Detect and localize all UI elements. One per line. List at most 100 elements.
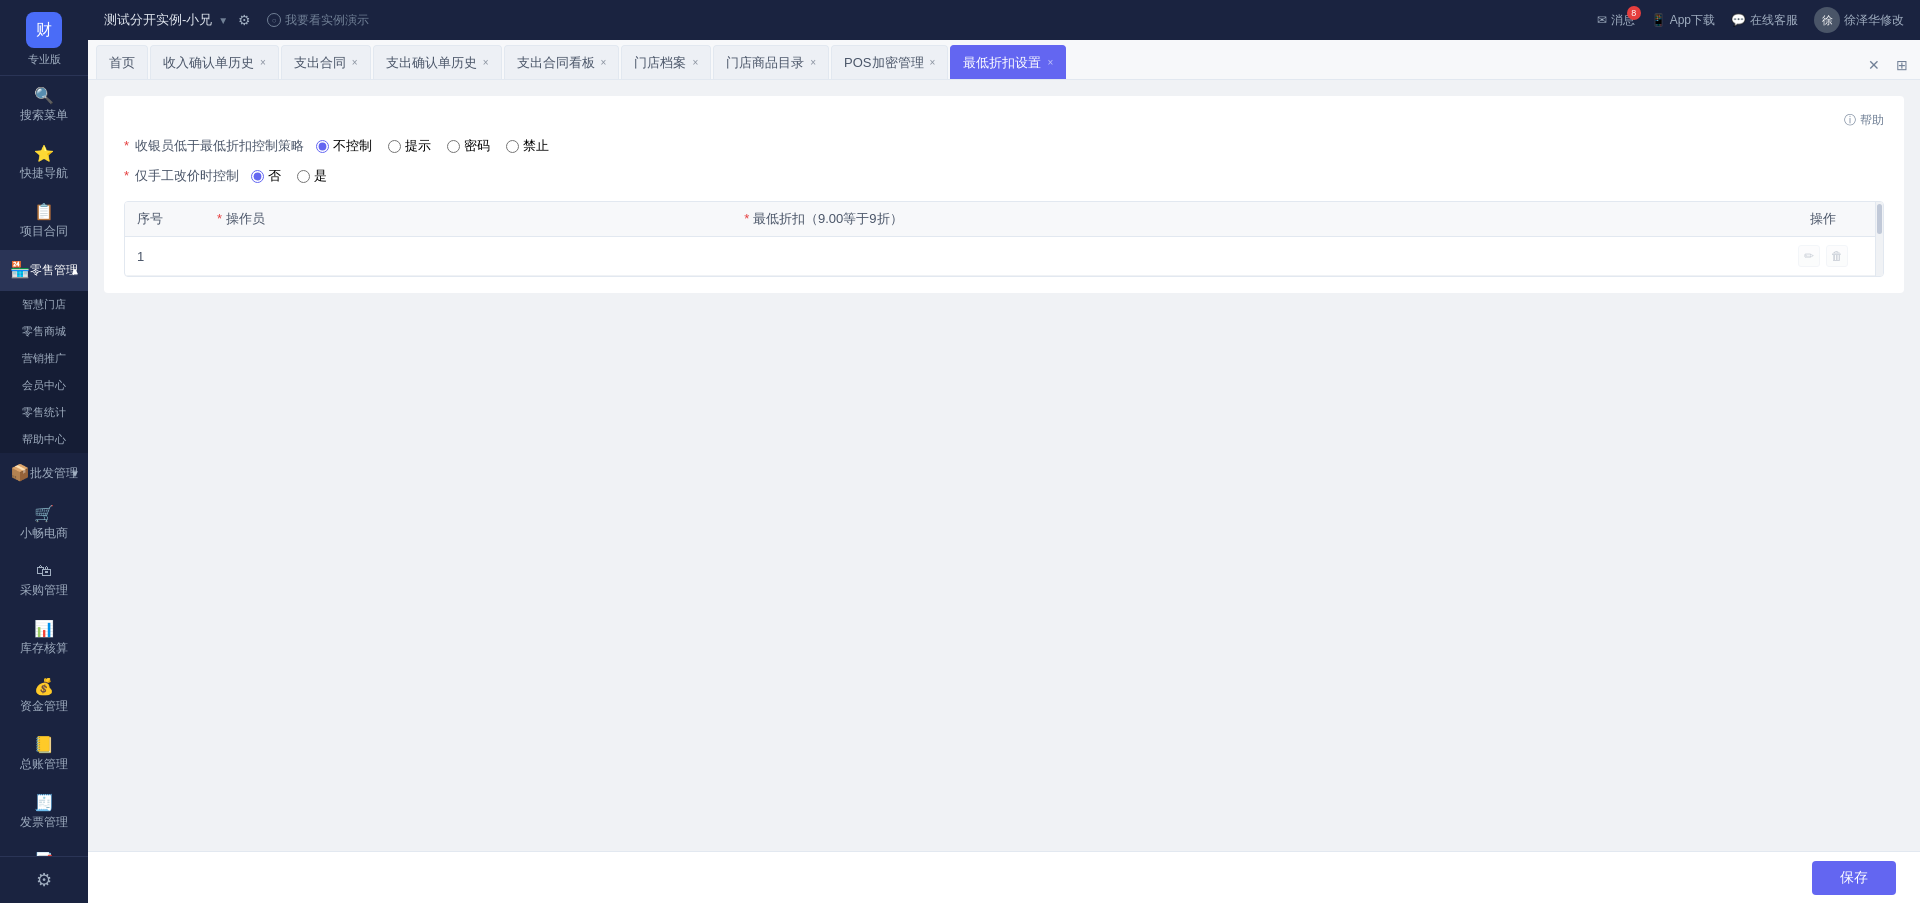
policy-radio-remind[interactable] [388,140,401,153]
sidebar-item-shortcuts[interactable]: ⭐ 快捷导航 [0,134,88,192]
tab-close-icon[interactable]: × [810,57,816,68]
tab-label: 支出确认单历史 [386,54,477,72]
col-discount-header: * 最低折扣（9.00等于9折） [732,202,1763,236]
sidebar-item-capital[interactable]: 💰 资金管理 [0,667,88,725]
tab-payment-board[interactable]: 支出合同看板 × [504,45,620,79]
policy-radio-no-control[interactable] [316,140,329,153]
sidebar-item-ecommerce[interactable]: 🛒 小畅电商 [0,494,88,552]
tab-label: 最低折扣设置 [963,54,1041,72]
manual-option-no[interactable]: 否 [251,167,281,185]
tab-label: 首页 [109,54,135,72]
tab-close-icon[interactable]: × [930,57,936,68]
tab-close-icon[interactable]: × [260,57,266,68]
tab-close-icon[interactable]: × [692,57,698,68]
sidebar-item-ledger[interactable]: 📒 总账管理 [0,725,88,783]
sidebar-item-purchase[interactable]: 🛍 采购管理 [0,552,88,609]
tab-home[interactable]: 首页 [96,45,148,79]
sidebar-item-tax[interactable]: 📑 税务管理 [0,841,88,856]
tab-pos-pwd[interactable]: POS加密管理 × [831,45,948,79]
manual-option-yes[interactable]: 是 [297,167,327,185]
sidebar-item-smart-store[interactable]: 智慧门店 [0,291,88,318]
sidebar-nav: 🔍 搜索菜单 ⭐ 快捷导航 📋 项目合同 🏪 零售管理 ▲ 智慧门店 零售商城 … [0,76,88,856]
batch-icon: 📦 [10,463,30,482]
sidebar-item-label: 总账管理 [20,756,68,773]
sidebar-item-label: 发票管理 [20,814,68,831]
tab-menu-button[interactable]: ⊞ [1892,55,1912,75]
project-selector[interactable]: 测试分开实例-小兄 ▼ [104,11,228,29]
app-download-button[interactable]: 📱 App下载 [1651,12,1715,29]
manual-radio-yes[interactable] [297,170,310,183]
row-delete-button[interactable]: 🗑 [1826,245,1848,267]
tab-close-icon[interactable]: × [601,57,607,68]
page-content: ⓘ 帮助 * 收银员低于最低折扣控制策略 不控制 提示 [88,80,1920,851]
table-row: 1 ✏ 🗑 [125,237,1883,276]
policy-option-password[interactable]: 密码 [447,137,490,155]
online-service-label: 在线客服 [1750,12,1798,29]
sidebar-item-inventory[interactable]: 📊 库存核算 [0,609,88,667]
demo-circle-icon: ○ [267,13,281,27]
policy-radio-password[interactable] [447,140,460,153]
sidebar-item-project-contract[interactable]: 📋 项目合同 [0,192,88,250]
sidebar-item-label: 库存核算 [20,640,68,657]
chevron-right-icon: ▼ [70,468,80,479]
tab-income-confirm[interactable]: 收入确认单历史 × [150,45,279,79]
tab-close-icon[interactable]: × [1047,57,1053,68]
sidebar-item-marketing[interactable]: 营销推广 [0,345,88,372]
settings-card: ⓘ 帮助 * 收银员低于最低折扣控制策略 不控制 提示 [104,96,1904,293]
tab-store-file[interactable]: 门店档案 × [621,45,711,79]
download-icon: 📱 [1651,13,1666,27]
project-dropdown-icon: ▼ [218,15,228,26]
bottom-bar: 保存 [88,851,1920,903]
manual-radio-no[interactable] [251,170,264,183]
tab-payment-confirm[interactable]: 支出确认单历史 × [373,45,502,79]
policy-option-remind[interactable]: 提示 [388,137,431,155]
purchase-icon: 🛍 [36,562,52,580]
manual-option-label: 否 [268,167,281,185]
online-service-button[interactable]: 💬 在线客服 [1731,12,1798,29]
row-seq: 1 [125,241,205,272]
sidebar-item-label: 搜索菜单 [20,107,68,124]
policy-option-forbid[interactable]: 禁止 [506,137,549,155]
tab-close-icon[interactable]: × [352,57,358,68]
policy-option-no-control[interactable]: 不控制 [316,137,372,155]
star-icon: ⭐ [34,144,54,163]
retail-icon: 🏪 [10,260,30,279]
message-button[interactable]: ✉ 消息 8 [1597,12,1635,29]
help-icon: ⓘ [1844,112,1856,129]
sidebar-sub-label: 零售商城 [22,324,66,339]
policy-radio-group: 不控制 提示 密码 禁止 [316,137,549,155]
tabbar-actions: ✕ ⊞ [1864,55,1912,79]
demo-text: 我要看实例演示 [285,12,369,29]
sidebar-item-retail-stats[interactable]: 零售统计 [0,399,88,426]
tab-store-product[interactable]: 门店商品目录 × [713,45,829,79]
sidebar-item-member-center[interactable]: 会员中心 [0,372,88,399]
row-actions: ✏ 🗑 [1763,237,1883,275]
tab-min-discount[interactable]: 最低折扣设置 × [950,45,1066,79]
sidebar-item-retail-mall[interactable]: 零售商城 [0,318,88,345]
sidebar-item-label: 项目合同 [20,223,68,240]
tab-close-icon[interactable]: × [483,57,489,68]
row-edit-button[interactable]: ✏ [1798,245,1820,267]
sidebar-item-retail-mgmt[interactable]: 🏪 零售管理 ▲ [0,250,88,291]
demo-link[interactable]: ○ 我要看实例演示 [267,12,369,29]
invoice-icon: 🧾 [34,793,54,812]
topbar-right: ✉ 消息 8 📱 App下载 💬 在线客服 徐 徐泽华修改 [1597,7,1904,33]
sidebar-item-batch-mgmt[interactable]: 📦 批发管理 ▼ [0,453,88,494]
settings-icon[interactable]: ⚙ [36,869,52,891]
policy-radio-forbid[interactable] [506,140,519,153]
table-header: 序号 * 操作员 * 最低折扣（9.00等于9折） 操作 [125,202,1883,237]
policy-option-label: 提示 [405,137,431,155]
user-menu[interactable]: 徐 徐泽华修改 [1814,7,1904,33]
tabbar: 首页 收入确认单历史 × 支出合同 × 支出确认单历史 × 支出合同看板 × 门… [88,40,1920,80]
help-link[interactable]: ⓘ 帮助 [1844,112,1884,129]
capital-icon: 💰 [34,677,54,696]
chevron-down-icon: ▲ [70,265,80,276]
tab-label: 支出合同 [294,54,346,72]
sidebar-item-search[interactable]: 🔍 搜索菜单 [0,76,88,134]
save-button[interactable]: 保存 [1812,861,1896,895]
sidebar-item-help-center[interactable]: 帮助中心 [0,426,88,453]
tab-payment-contract[interactable]: 支出合同 × [281,45,371,79]
close-tab-button[interactable]: ✕ [1864,55,1884,75]
sidebar-item-invoice[interactable]: 🧾 发票管理 [0,783,88,841]
topbar-gear-icon[interactable]: ⚙ [238,12,251,28]
